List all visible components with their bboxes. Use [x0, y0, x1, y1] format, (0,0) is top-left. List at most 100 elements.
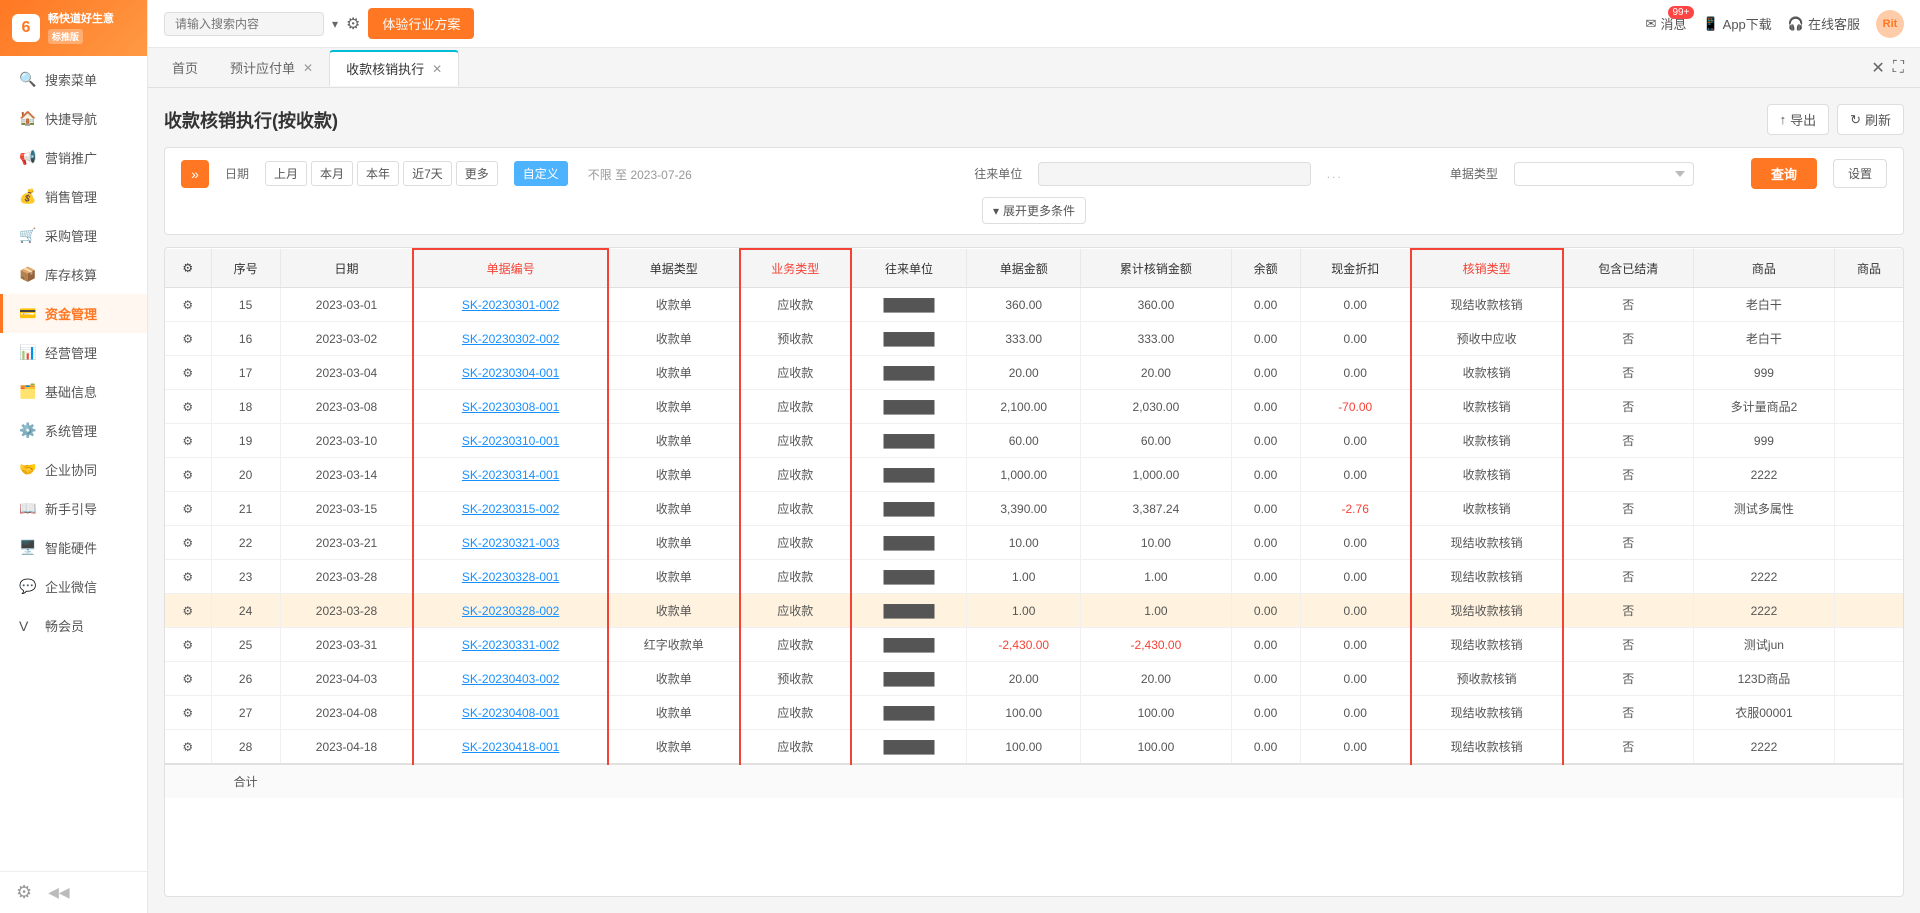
- row-settings-icon[interactable]: ⚙: [182, 400, 193, 414]
- online-service-button[interactable]: 🎧 在线客服: [1788, 14, 1860, 33]
- cell-verify_type: 收款核销: [1411, 424, 1563, 458]
- sidebar-item-member[interactable]: V畅会员: [0, 606, 147, 645]
- cell-bill_no[interactable]: SK-20230328-002: [413, 594, 608, 628]
- order-type-select[interactable]: [1514, 162, 1694, 186]
- tab-collection[interactable]: 收款核销执行✕: [329, 50, 459, 86]
- tab-expand-btn[interactable]: ⛶: [1893, 58, 1904, 78]
- cell-bill_no[interactable]: SK-20230310-001: [413, 424, 608, 458]
- settings-footer-icon[interactable]: ⚙: [16, 882, 32, 903]
- tab-close-preorder[interactable]: ✕: [303, 61, 313, 75]
- filter-toggle[interactable]: »: [181, 160, 209, 188]
- cell-date: 2023-03-15: [280, 492, 413, 526]
- bill-no-link[interactable]: SK-20230308-001: [462, 400, 559, 414]
- sidebar-item-shortcut[interactable]: 🏠快捷导航: [0, 99, 147, 138]
- collapse-icon[interactable]: ◀◀: [48, 884, 70, 901]
- sidebar-item-search[interactable]: 🔍搜索菜单: [0, 60, 147, 99]
- cell-bill_no[interactable]: SK-20230314-001: [413, 458, 608, 492]
- bill-no-link[interactable]: SK-20230310-001: [462, 434, 559, 448]
- bill-no-link[interactable]: SK-20230314-001: [462, 468, 559, 482]
- bill-no-link[interactable]: SK-20230302-002: [462, 332, 559, 346]
- row-settings-icon[interactable]: ⚙: [182, 706, 193, 720]
- cell-bill_no[interactable]: SK-20230308-001: [413, 390, 608, 424]
- bill-no-link[interactable]: SK-20230418-001: [462, 740, 559, 754]
- bill-no-link[interactable]: SK-20230328-002: [462, 604, 559, 618]
- tab-home[interactable]: 首页: [156, 50, 214, 86]
- bill-no-link[interactable]: SK-20230301-002: [462, 298, 559, 312]
- bill-no-link[interactable]: SK-20230304-001: [462, 366, 559, 380]
- search-input[interactable]: [164, 12, 324, 36]
- cell-bill_no[interactable]: SK-20230418-001: [413, 730, 608, 765]
- cell-bill_no[interactable]: SK-20230331-002: [413, 628, 608, 662]
- row-settings-icon[interactable]: ⚙: [182, 536, 193, 550]
- industry-button[interactable]: 体验行业方案: [368, 8, 474, 39]
- row-settings-icon[interactable]: ⚙: [182, 434, 193, 448]
- row-settings-icon[interactable]: ⚙: [182, 468, 193, 482]
- sidebar-icon-finance: 💳: [19, 305, 37, 322]
- bill-no-link[interactable]: SK-20230403-002: [462, 672, 559, 686]
- gear-button[interactable]: ⚙: [346, 14, 360, 34]
- date-btn-更多[interactable]: 更多: [456, 161, 498, 186]
- row-settings-icon[interactable]: ⚙: [182, 638, 193, 652]
- cell-include_settled: 否: [1563, 560, 1694, 594]
- app-download-button[interactable]: 📱 App下载: [1702, 14, 1771, 33]
- expand-conditions-button[interactable]: ▾ 展开更多条件: [982, 197, 1086, 224]
- row-settings-icon[interactable]: ⚙: [182, 366, 193, 380]
- cell-bill_no[interactable]: SK-20230315-002: [413, 492, 608, 526]
- cell-bill_no[interactable]: SK-20230403-002: [413, 662, 608, 696]
- cell-verify_type: 收款核销: [1411, 492, 1563, 526]
- cell-discount: -70.00: [1300, 390, 1411, 424]
- cell-bill_no[interactable]: SK-20230328-001: [413, 560, 608, 594]
- filter-settings-button[interactable]: 设置: [1833, 159, 1887, 188]
- export-button[interactable]: ↑ 导出: [1767, 104, 1830, 135]
- query-button[interactable]: 查询: [1751, 158, 1817, 189]
- row-settings-icon[interactable]: ⚙: [182, 604, 193, 618]
- bill-no-link[interactable]: SK-20230315-002: [462, 502, 559, 516]
- tab-close-collection[interactable]: ✕: [432, 62, 442, 76]
- sidebar-item-guide[interactable]: 📖新手引导: [0, 489, 147, 528]
- sidebar-icon-basic: 🗂️: [19, 383, 37, 400]
- cell-date: 2023-03-04: [280, 356, 413, 390]
- sidebar-item-corp[interactable]: 🤝企业协同: [0, 450, 147, 489]
- row-settings-icon[interactable]: ⚙: [182, 332, 193, 346]
- sidebar-item-marketing[interactable]: 📢营销推广: [0, 138, 147, 177]
- row-settings-icon[interactable]: ⚙: [182, 502, 193, 516]
- cell-bill_no[interactable]: SK-20230301-002: [413, 288, 608, 322]
- date-btn-上月[interactable]: 上月: [265, 161, 307, 186]
- sidebar-item-finance[interactable]: 💳资金管理: [0, 294, 147, 333]
- tab-preorder[interactable]: 预计应付单✕: [214, 50, 329, 86]
- table-row: ⚙252023-03-31SK-20230331-002红字收款单应收款████…: [165, 628, 1903, 662]
- row-settings-icon[interactable]: ⚙: [182, 570, 193, 584]
- bill-no-link[interactable]: SK-20230321-003: [462, 536, 559, 550]
- user-avatar[interactable]: Rit: [1876, 10, 1904, 38]
- date-btn-本年[interactable]: 本年: [357, 161, 399, 186]
- cell-bill_no[interactable]: SK-20230408-001: [413, 696, 608, 730]
- date-btn-本月[interactable]: 本月: [311, 161, 353, 186]
- bill-no-link[interactable]: SK-20230331-002: [462, 638, 559, 652]
- unit-filter-input[interactable]: [1038, 162, 1310, 186]
- cell-amount: 3,390.00: [967, 492, 1081, 526]
- sidebar-item-sales[interactable]: 💰销售管理: [0, 177, 147, 216]
- sidebar-item-purchase[interactable]: 🛒采购管理: [0, 216, 147, 255]
- message-button[interactable]: ✉ 消息 99+: [1646, 14, 1687, 33]
- sidebar-item-operation[interactable]: 📊经营管理: [0, 333, 147, 372]
- row-settings-icon[interactable]: ⚙: [182, 298, 193, 312]
- custom-date-btn[interactable]: 自定义: [514, 161, 568, 186]
- cell-bill_no[interactable]: SK-20230304-001: [413, 356, 608, 390]
- sidebar-icon-sales: 💰: [19, 188, 37, 205]
- footer-cell-product_img: [1835, 764, 1903, 798]
- row-settings-icon[interactable]: ⚙: [182, 740, 193, 754]
- bill-no-link[interactable]: SK-20230328-001: [462, 570, 559, 584]
- refresh-button[interactable]: ↻ 刷新: [1837, 104, 1904, 135]
- cell-bill_no[interactable]: SK-20230302-002: [413, 322, 608, 356]
- sidebar-item-wechat[interactable]: 💬企业微信: [0, 567, 147, 606]
- cell-bill_no[interactable]: SK-20230321-003: [413, 526, 608, 560]
- sidebar-item-inventory[interactable]: 📦库存核算: [0, 255, 147, 294]
- date-btn-近7天[interactable]: 近7天: [403, 161, 452, 186]
- sidebar-item-system[interactable]: ⚙️系统管理: [0, 411, 147, 450]
- sidebar-item-basic[interactable]: 🗂️基础信息: [0, 372, 147, 411]
- tab-close-btn[interactable]: ✕: [1871, 58, 1884, 78]
- dropdown-button[interactable]: ▾: [332, 17, 338, 31]
- bill-no-link[interactable]: SK-20230408-001: [462, 706, 559, 720]
- row-settings-icon[interactable]: ⚙: [182, 672, 193, 686]
- sidebar-item-hardware[interactable]: 🖥️智能硬件: [0, 528, 147, 567]
